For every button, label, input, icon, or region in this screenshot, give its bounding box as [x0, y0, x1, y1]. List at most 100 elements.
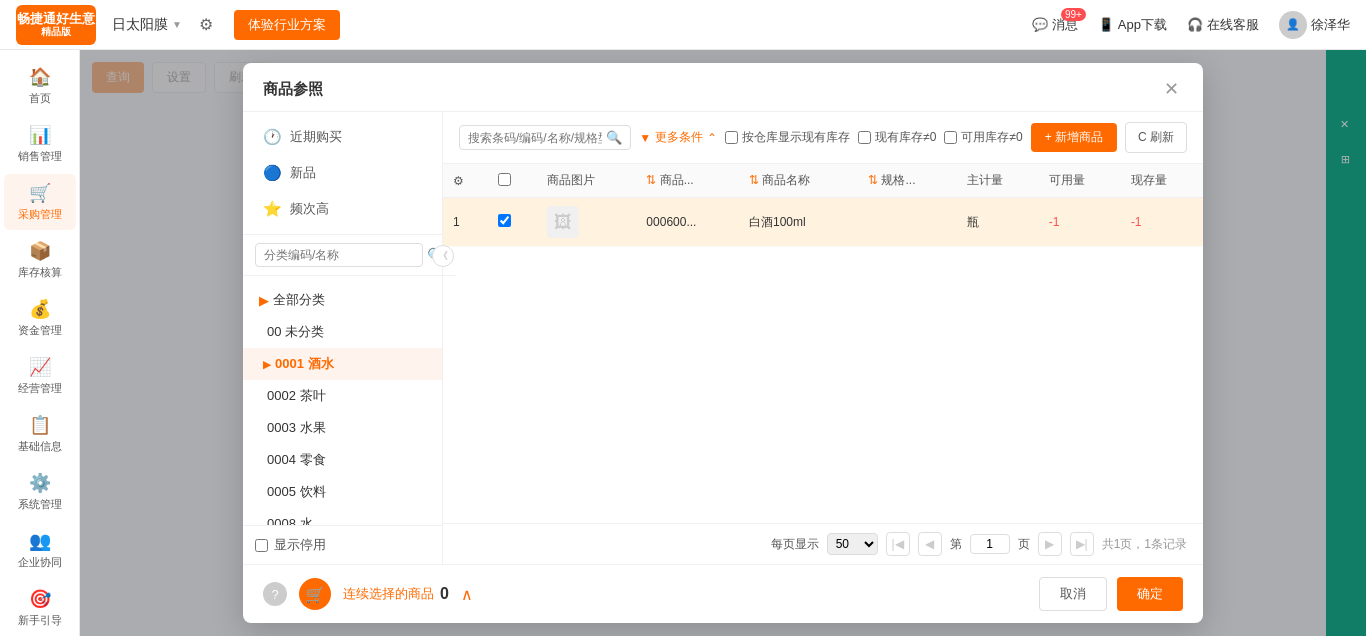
messages-badge: 99+ [1061, 8, 1086, 21]
mobile-icon: 📱 [1098, 17, 1114, 32]
quick-recent-purchase[interactable]: 🕐 近期购买 [255, 122, 430, 152]
purchase-icon: 🛒 [29, 182, 51, 204]
sidebar-item-finance[interactable]: 💰 资金管理 [4, 290, 76, 346]
prev-page-btn[interactable]: ◀ [918, 532, 942, 556]
clock-icon: 🕐 [263, 128, 282, 146]
online-service-btn[interactable]: 🎧 在线客服 [1187, 16, 1259, 34]
store-dropdown-arrow: ▼ [172, 19, 182, 30]
modal-body: 🕐 近期购买 🔵 新品 ⭐ 频次高 [243, 112, 1203, 564]
navbar: 畅捷通好生意 精品版 日太阳膜 ▼ ⚙ 体验行业方案 💬 消息 99+ 📱 Ap… [0, 0, 1366, 50]
cat-water[interactable]: 0008 水 [243, 508, 442, 525]
row-checkbox[interactable] [488, 198, 536, 247]
col-unit: 主计量 [957, 164, 1039, 198]
col-code[interactable]: ⇅ 商品... [636, 164, 739, 198]
app-download-btn[interactable]: 📱 App下载 [1098, 16, 1167, 34]
sidebar-item-guide[interactable]: 🎯 新手引导 [4, 580, 76, 636]
row-image: 🖼 [537, 198, 637, 247]
page-total-info: 共1页，1条记录 [1102, 536, 1187, 553]
filter-more-btn[interactable]: ▼ 更多条件 ⌃ [639, 129, 717, 146]
experience-btn[interactable]: 体验行业方案 [234, 10, 340, 40]
sort-icon: ⇅ [646, 173, 656, 187]
cat-fruit[interactable]: 0003 水果 [243, 412, 442, 444]
store-selector[interactable]: 日太阳膜 ▼ [112, 16, 182, 34]
cat-snack[interactable]: 0004 零食 [243, 444, 442, 476]
page-label: 第 [950, 536, 962, 553]
user-menu[interactable]: 👤 徐泽华 [1279, 11, 1350, 39]
modal-title: 商品参照 [263, 80, 323, 99]
message-icon: 💬 [1032, 17, 1048, 32]
cancel-btn[interactable]: 取消 [1039, 577, 1107, 611]
category-search-input[interactable] [255, 243, 423, 267]
select-all-checkbox[interactable] [498, 173, 511, 186]
quick-frequent[interactable]: ⭐ 频次高 [255, 194, 430, 224]
available-stock-checkbox[interactable] [858, 131, 871, 144]
sidebar-item-operations[interactable]: 📈 经营管理 [4, 348, 76, 404]
collapse-footer-btn[interactable]: ∧ [461, 585, 473, 604]
system-icon: ⚙️ [29, 472, 51, 494]
cat-all[interactable]: ▶ 全部分类 [243, 284, 442, 316]
page-size-select[interactable]: 50 10 20 100 [827, 533, 878, 555]
continuous-select-label: 连续选择的商品 0 [343, 585, 449, 603]
page-number-input[interactable] [970, 534, 1010, 554]
col-stock: 现存量 [1121, 164, 1203, 198]
col-image: 商品图片 [537, 164, 637, 198]
col-available: 可用量 [1039, 164, 1121, 198]
modal-footer: ? 🛒 连续选择的商品 0 ∧ 取消 确定 [243, 564, 1203, 623]
filter-up-icon: ⌃ [707, 131, 717, 145]
sidebar-item-system[interactable]: ⚙️ 系统管理 [4, 464, 76, 520]
cat-expand-icon: ▶ [259, 293, 269, 308]
sidebar-item-enterprise[interactable]: 👥 企业协同 [4, 522, 76, 578]
right-panel: 🔍 ▼ 更多条件 ⌃ 按仓库显示现有库存 [443, 112, 1203, 564]
sidebar: 🏠 首页 📊 销售管理 🛒 采购管理 📦 库存核算 💰 资金管理 📈 经营管理 … [0, 50, 80, 636]
main-layout: 🏠 首页 📊 销售管理 🛒 采购管理 📦 库存核算 💰 资金管理 📈 经营管理 … [0, 50, 1366, 636]
pagination-row: 每页显示 50 10 20 100 |◀ ◀ 第 页 [443, 523, 1203, 564]
refresh-btn[interactable]: C 刷新 [1125, 122, 1187, 153]
product-thumbnail: 🖼 [547, 206, 579, 238]
product-reference-modal: 商品参照 ✕ 🕐 近期购买 🔵 [243, 63, 1203, 623]
last-page-btn[interactable]: ▶| [1070, 532, 1094, 556]
settings-icon[interactable]: ⚙ [190, 9, 222, 41]
first-page-btn[interactable]: |◀ [886, 532, 910, 556]
avatar: 👤 [1279, 11, 1307, 39]
row-code: 000600... [636, 198, 739, 247]
search-icon[interactable]: 🔍 [606, 130, 622, 145]
col-settings[interactable]: ⚙ [443, 164, 488, 198]
cat-beverage[interactable]: 0005 饮料 [243, 476, 442, 508]
quick-new-products[interactable]: 🔵 新品 [255, 158, 430, 188]
help-icon[interactable]: ? [263, 582, 287, 606]
home-icon: 🏠 [29, 66, 51, 88]
warehouse-display-checkbox[interactable] [725, 131, 738, 144]
finance-icon: 💰 [29, 298, 51, 320]
cat-tea[interactable]: 0002 茶叶 [243, 380, 442, 412]
modal-overlay: 商品参照 ✕ 🕐 近期购买 🔵 [80, 50, 1366, 636]
row-select-checkbox[interactable] [498, 214, 511, 227]
row-spec [858, 198, 957, 247]
modal-close-btn[interactable]: ✕ [1159, 77, 1183, 101]
footer-buttons: 取消 确定 [1039, 577, 1183, 611]
sidebar-item-sales[interactable]: 📊 销售管理 [4, 116, 76, 172]
sort-icon-name: ⇅ [749, 173, 759, 187]
usable-stock-checkbox[interactable] [944, 131, 957, 144]
product-search-input[interactable] [468, 131, 602, 145]
sidebar-item-purchase[interactable]: 🛒 采购管理 [4, 174, 76, 230]
next-page-btn[interactable]: ▶ [1038, 532, 1062, 556]
col-spec[interactable]: ⇅ 规格... [858, 164, 957, 198]
col-name[interactable]: ⇅ 商品名称 [739, 164, 858, 198]
sidebar-item-inventory[interactable]: 📦 库存核算 [4, 232, 76, 288]
panel-collapse-btn[interactable]: 《 [432, 245, 454, 267]
sidebar-item-home[interactable]: 🏠 首页 [4, 58, 76, 114]
usable-stock-checkbox-label[interactable]: 可用库存≠0 [944, 129, 1022, 146]
messages-btn[interactable]: 💬 消息 99+ [1032, 16, 1078, 34]
table-row[interactable]: 1 🖼 000600... 白酒100ml 瓶 [443, 198, 1203, 247]
show-disabled-checkbox[interactable] [255, 539, 268, 552]
available-stock-checkbox-label[interactable]: 现有库存≠0 [858, 129, 936, 146]
cart-icon[interactable]: 🛒 [299, 578, 331, 610]
col-checkbox[interactable] [488, 164, 536, 198]
confirm-btn[interactable]: 确定 [1117, 577, 1183, 611]
cat-uncategorized[interactable]: 00 未分类 [243, 316, 442, 348]
sidebar-item-basic-info[interactable]: 📋 基础信息 [4, 406, 76, 462]
show-disabled-label[interactable]: 显示停用 [255, 536, 430, 554]
cat-liquor[interactable]: ▶ 0001 酒水 [243, 348, 442, 380]
add-product-btn[interactable]: + 新增商品 [1031, 123, 1117, 152]
warehouse-display-checkbox-label[interactable]: 按仓库显示现有库存 [725, 129, 850, 146]
